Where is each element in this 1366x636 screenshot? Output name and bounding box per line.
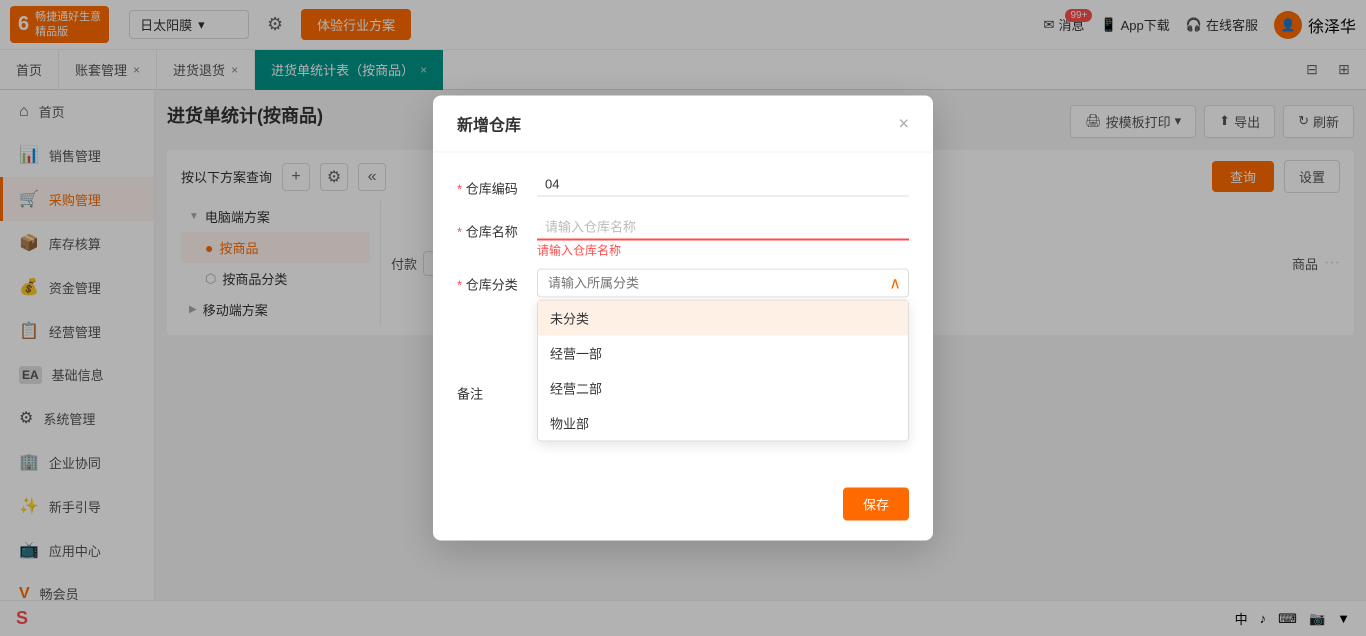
required-mark-cat: * — [457, 278, 462, 293]
category-dropdown-list: 未分类 经营一部 经营二部 物业部 — [537, 300, 909, 442]
required-mark: * — [457, 182, 462, 197]
category-dropdown-arrow[interactable]: ∧ — [889, 273, 901, 293]
code-label: * 仓库编码 — [457, 173, 537, 198]
dropdown-item-ops2[interactable]: 经营二部 — [538, 371, 908, 406]
modal-title: 新增仓库 — [457, 112, 521, 136]
modal-body: * 仓库编码 * 仓库名称 请输入仓库名称 * 仓库分类 ∧ — [433, 153, 933, 476]
required-mark-name: * — [457, 225, 462, 240]
category-select-input[interactable] — [537, 269, 909, 298]
warehouse-code-input[interactable] — [537, 173, 909, 197]
category-field-row: * 仓库分类 ∧ 未分类 经营一部 经营二部 物业部 — [457, 269, 909, 298]
category-select-wrapper: ∧ 未分类 经营一部 经营二部 物业部 — [537, 269, 909, 298]
modal-header: 新增仓库 × — [433, 96, 933, 153]
modal-footer: 保存 — [433, 476, 933, 541]
code-field-row: * 仓库编码 — [457, 173, 909, 198]
dropdown-item-ops1[interactable]: 经营一部 — [538, 336, 908, 371]
save-button[interactable]: 保存 — [843, 488, 909, 521]
category-label: * 仓库分类 — [457, 269, 537, 294]
dropdown-item-property[interactable]: 物业部 — [538, 406, 908, 441]
dropdown-item-uncategorized[interactable]: 未分类 — [538, 301, 908, 336]
remark-label: 备注 — [457, 378, 537, 403]
warehouse-name-input[interactable] — [537, 216, 909, 241]
modal-close-button[interactable]: × — [898, 113, 909, 134]
name-label: * 仓库名称 — [457, 216, 537, 241]
new-warehouse-modal: 新增仓库 × * 仓库编码 * 仓库名称 请输入仓库名称 * — [433, 96, 933, 541]
name-field-row: * 仓库名称 请输入仓库名称 — [457, 216, 909, 241]
name-error-message: 请输入仓库名称 — [537, 242, 621, 259]
